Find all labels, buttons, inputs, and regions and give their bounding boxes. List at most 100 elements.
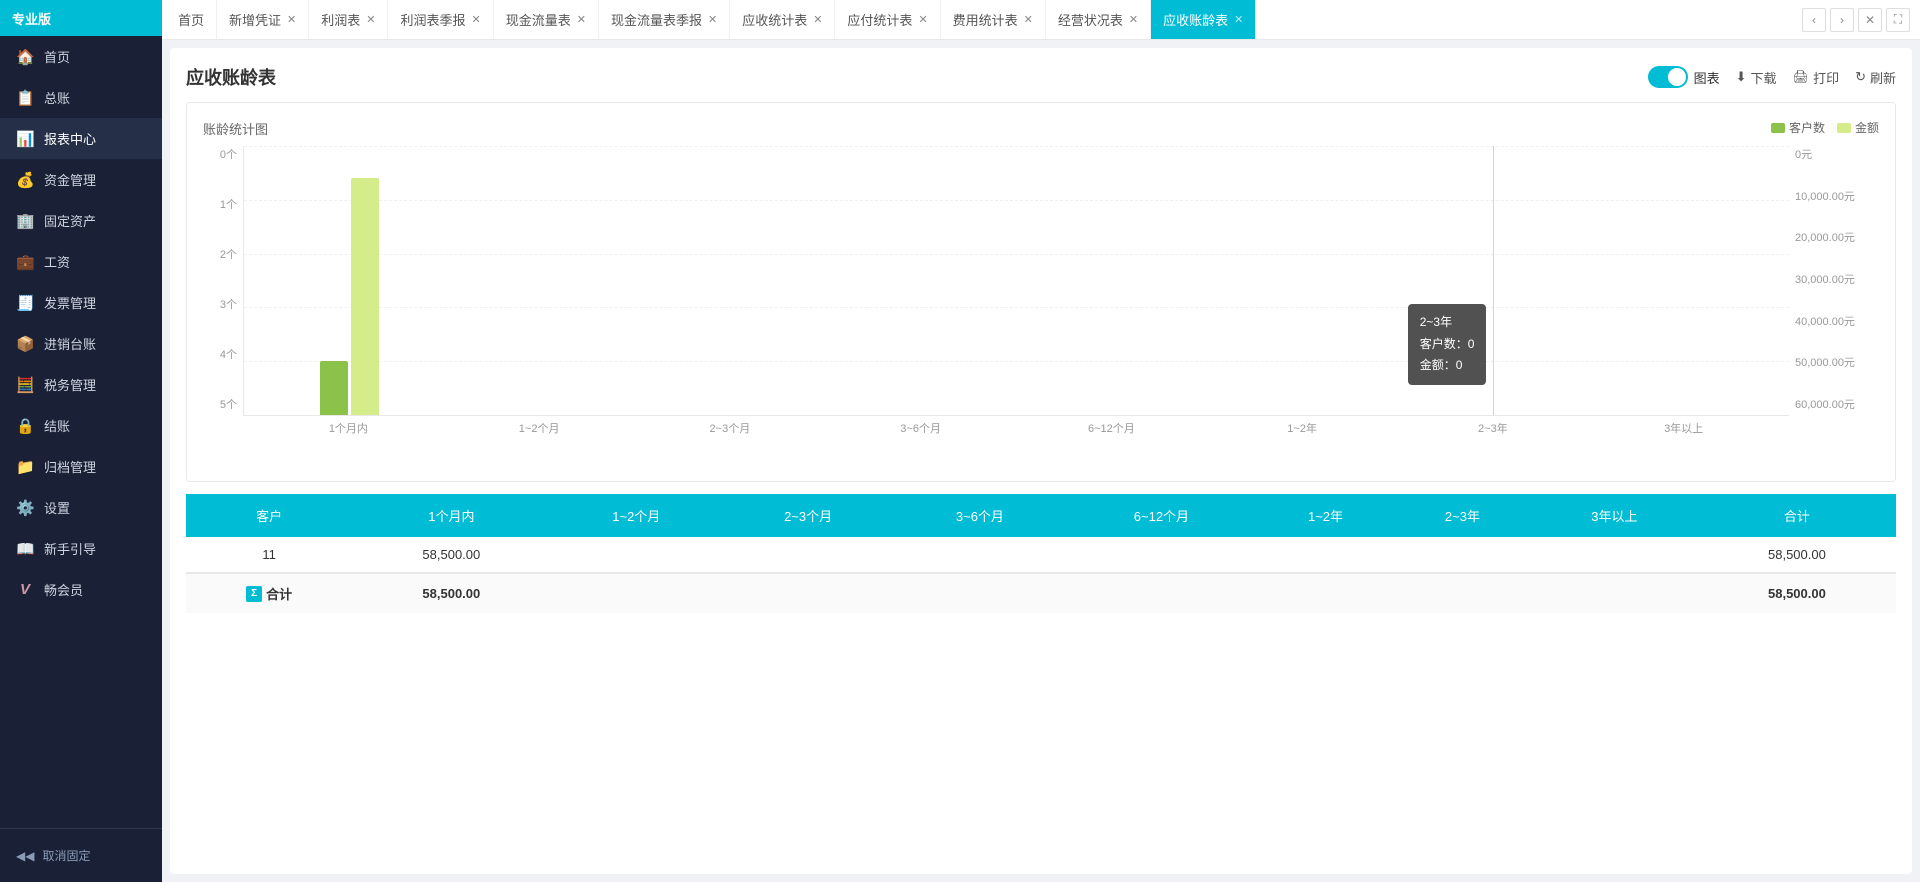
funds-icon: 💰 [16, 171, 34, 189]
tab-profit[interactable]: 利润表 ✕ [309, 0, 388, 40]
tab-prev-button[interactable]: ‹ [1802, 8, 1826, 32]
close-ap-stat-icon[interactable]: ✕ [918, 13, 927, 26]
tab-bar: 首页 新增凭证 ✕ 利润表 ✕ 利润表季报 ✕ 现金流量表 ✕ 现金流量表季报 … [162, 0, 1920, 40]
tab-cashflow[interactable]: 现金流量表 ✕ [494, 0, 599, 40]
sidebar-item-reports-label: 报表中心 [44, 129, 96, 148]
tab-close-all-button[interactable]: ✕ [1858, 8, 1882, 32]
sidebar-item-salary[interactable]: 💼 工资 [0, 241, 162, 282]
close-ar-aging-icon[interactable]: ✕ [1234, 13, 1243, 26]
sidebar-item-settings[interactable]: ⚙️ 设置 [0, 487, 162, 528]
sidebar-item-invoice[interactable]: 🧾 发票管理 [0, 282, 162, 323]
close-expense-icon[interactable]: ✕ [1024, 13, 1033, 26]
x-label-2: 2~3个月 [635, 420, 826, 436]
legend-amount: 金额 [1837, 119, 1879, 136]
close-voucher-icon[interactable]: ✕ [287, 13, 296, 26]
sidebar-item-guide[interactable]: 📖 新手引导 [0, 528, 162, 569]
sidebar-item-ledger[interactable]: 📋 总账 [0, 77, 162, 118]
y-axis-right: 60,000.00元 50,000.00元 40,000.00元 30,000.… [1789, 146, 1879, 436]
sidebar-item-salary-label: 工资 [44, 252, 70, 271]
download-icon: ⬇ [1736, 69, 1747, 85]
guide-icon: 📖 [16, 540, 34, 558]
sidebar-item-home-label: 首页 [44, 47, 70, 66]
sidebar: 专业版 🏠 首页 📋 总账 📊 报表中心 💰 资金管理 🏢 固定资产 💼 工资 … [0, 0, 162, 882]
download-label: 下载 [1751, 68, 1777, 87]
y-right-50000: 50,000.00元 [1795, 354, 1855, 370]
footer-y3 [1531, 573, 1698, 613]
tab-profit-q[interactable]: 利润表季报 ✕ [388, 0, 493, 40]
sidebar-item-ledger-label: 总账 [44, 88, 70, 107]
chart-inner: 2~3年 客户数：0 金额：0 1个月内 1~2个月 2~3个月 [243, 146, 1789, 436]
tax-icon: 🧮 [16, 376, 34, 394]
x-label-3: 3~6个月 [825, 420, 1016, 436]
close-profit-q-icon[interactable]: ✕ [472, 13, 481, 26]
close-cashflow-icon[interactable]: ✕ [577, 13, 586, 26]
col-header-customer: 客户 [186, 494, 352, 537]
data-table: 客户 1个月内 1~2个月 2~3个月 3~6个月 6~12个月 1~2年 2~… [186, 494, 1896, 613]
footer-m6 [894, 573, 1066, 613]
sidebar-item-assets[interactable]: 🏢 固定资产 [0, 200, 162, 241]
refresh-button[interactable]: ↻ 刷新 [1855, 68, 1896, 87]
cell-total: 58,500.00 [1698, 537, 1896, 573]
print-button[interactable]: 🖨 打印 [1793, 68, 1840, 87]
tab-ar-stat[interactable]: 应收统计表 ✕ [730, 0, 835, 40]
archive-icon: 📁 [16, 458, 34, 476]
x-label-4: 6~12个月 [1016, 420, 1207, 436]
sidebar-item-archive[interactable]: 📁 归档管理 [0, 446, 162, 487]
bar-slot-0 [254, 146, 445, 415]
app-logo: 专业版 [0, 0, 162, 36]
tab-cashflow-q[interactable]: 现金流量表季报 ✕ [599, 0, 730, 40]
bar-slot-6: 2~3年 客户数：0 金额：0 [1398, 146, 1589, 415]
sidebar-unpin-button[interactable]: ◀◀ 取消固定 [0, 839, 162, 872]
tab-expense[interactable]: 费用统计表 ✕ [941, 0, 1046, 40]
close-ar-stat-icon[interactable]: ✕ [813, 13, 822, 26]
col-header-total: 合计 [1698, 494, 1896, 537]
home-icon: 🏠 [16, 48, 34, 66]
bar-slot-7 [1588, 146, 1779, 415]
sidebar-item-tax[interactable]: 🧮 税务管理 [0, 364, 162, 405]
y-left-5: 5个 [220, 396, 237, 412]
sidebar-item-guide-label: 新手引导 [44, 539, 96, 558]
sidebar-item-home[interactable]: 🏠 首页 [0, 36, 162, 77]
tab-biz-status[interactable]: 经营状况表 ✕ [1046, 0, 1151, 40]
tab-fullscreen-button[interactable]: ⛶ [1886, 8, 1910, 32]
y-right-20000: 20,000.00元 [1795, 229, 1855, 245]
tab-ar-aging[interactable]: 应收账龄表 ✕ [1151, 0, 1256, 40]
closing-icon: 🔒 [16, 417, 34, 435]
close-biz-status-icon[interactable]: ✕ [1129, 13, 1138, 26]
bar-slot-4 [1017, 146, 1208, 415]
sidebar-item-closing[interactable]: 🔒 结账 [0, 405, 162, 446]
table-header-row: 客户 1个月内 1~2个月 2~3个月 3~6个月 6~12个月 1~2年 2~… [186, 494, 1896, 537]
y-left-1: 1个 [220, 196, 237, 212]
x-axis-labels: 1个月内 1~2个月 2~3个月 3~6个月 6~12个月 1~2年 2~3年 … [243, 420, 1789, 436]
sidebar-item-settings-label: 设置 [44, 498, 70, 517]
close-cashflow-q-icon[interactable]: ✕ [708, 13, 717, 26]
table-footer-row: Σ 合计 58,500.00 58,500.00 [186, 573, 1896, 613]
download-button[interactable]: ⬇ 下载 [1736, 68, 1777, 87]
y-left-3: 3个 [220, 296, 237, 312]
chart-toggle[interactable] [1648, 66, 1688, 88]
tab-controls: ‹ › ✕ ⛶ [1796, 8, 1916, 32]
main-area: 首页 新增凭证 ✕ 利润表 ✕ 利润表季报 ✕ 现金流量表 ✕ 现金流量表季报 … [162, 0, 1920, 882]
bar-slot-1 [445, 146, 636, 415]
tab-next-button[interactable]: › [1830, 8, 1854, 32]
close-profit-icon[interactable]: ✕ [366, 13, 375, 26]
cell-m2 [550, 537, 722, 573]
sidebar-item-reports[interactable]: 📊 报表中心 [0, 118, 162, 159]
refresh-icon: ↻ [1855, 69, 1866, 85]
x-label-1: 1~2个月 [444, 420, 635, 436]
tab-ap-stat[interactable]: 应付统计表 ✕ [835, 0, 940, 40]
sidebar-item-funds[interactable]: 💰 资金管理 [0, 159, 162, 200]
legend-customer: 客户数 [1771, 119, 1825, 136]
tab-home[interactable]: 首页 [166, 0, 217, 40]
bar-slot-3 [826, 146, 1017, 415]
member-icon: V [16, 581, 34, 598]
y-axis-left: 5个 4个 3个 2个 1个 0个 [203, 146, 243, 436]
footer-m3 [722, 573, 894, 613]
sidebar-item-inventory[interactable]: 📦 进销台账 [0, 323, 162, 364]
unpin-label: 取消固定 [42, 847, 90, 864]
tab-voucher[interactable]: 新增凭证 ✕ [217, 0, 309, 40]
tab-ap-stat-label: 应付统计表 [847, 10, 912, 29]
tooltip-amount: 金额：0 [1420, 355, 1475, 377]
reports-icon: 📊 [16, 130, 34, 148]
sidebar-item-member[interactable]: V 畅会员 [0, 569, 162, 610]
